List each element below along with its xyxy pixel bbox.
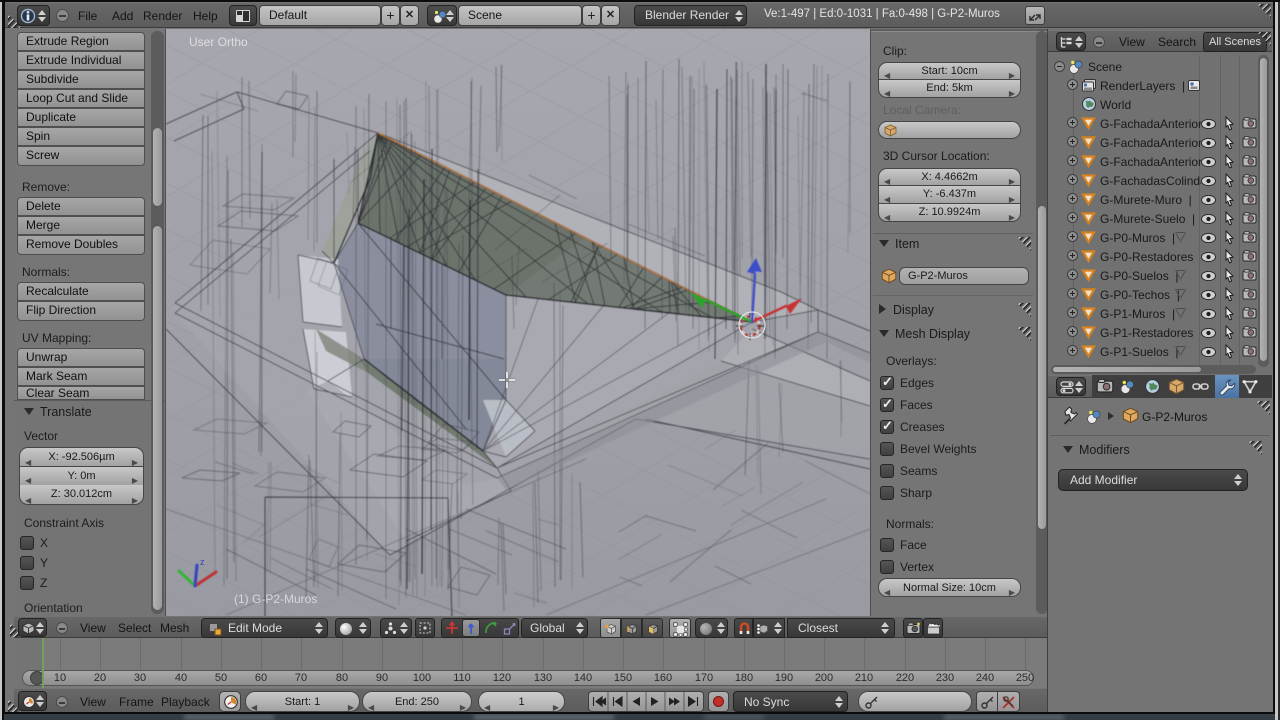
svg-text:z: z — [200, 557, 205, 567]
svg-text:(1) G-P2-Muros: (1) G-P2-Muros — [234, 592, 317, 606]
svg-text:User Ortho: User Ortho — [189, 35, 248, 49]
